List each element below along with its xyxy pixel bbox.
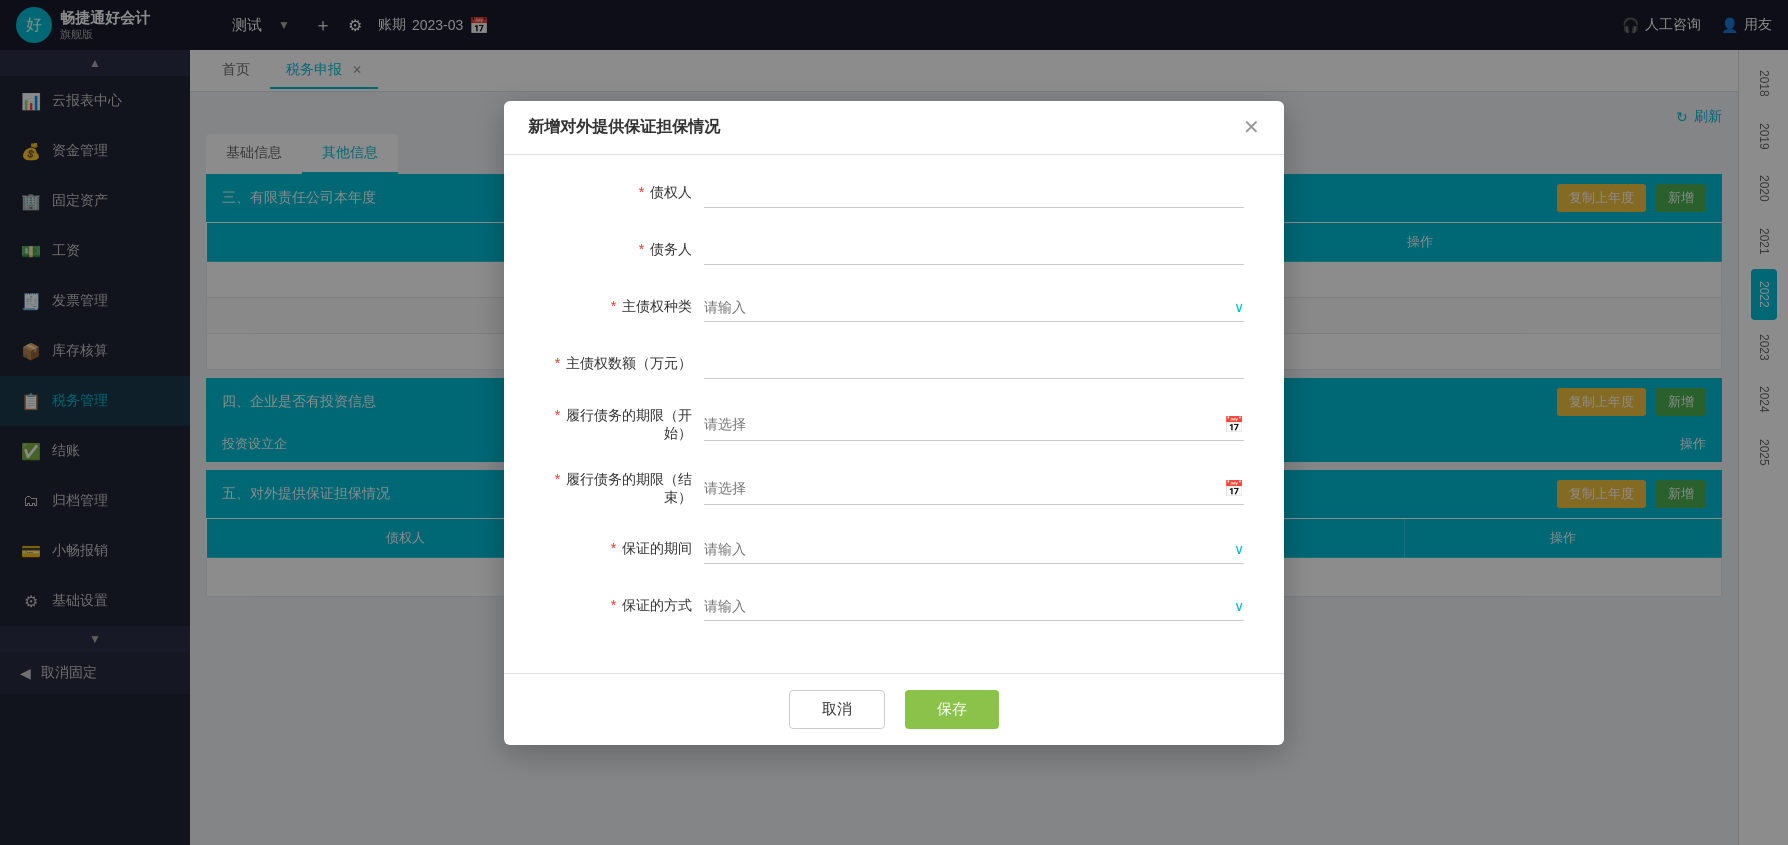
form-row-date-end: * 履行债务的期限（结束） 📅 xyxy=(544,471,1244,507)
label-debtor: * 债务人 xyxy=(544,241,704,259)
chevron-down-icon-2: ∨ xyxy=(1234,541,1244,557)
label-date-end: * 履行债务的期限（结束） xyxy=(544,471,704,507)
label-creditor: * 债权人 xyxy=(544,184,704,202)
chevron-down-icon-3: ∨ xyxy=(1234,598,1244,614)
select-guarantee-period[interactable]: ∨ xyxy=(704,535,1244,564)
save-button[interactable]: 保存 xyxy=(905,690,999,729)
label-debt-amount: * 主债权数额（万元） xyxy=(544,355,704,373)
form-row-guarantee-period: * 保证的期间 ∨ xyxy=(544,535,1244,564)
form-row-date-start: * 履行债务的期限（开始） 📅 xyxy=(544,407,1244,443)
dialog-header: 新增对外提供保证担保情况 ✕ xyxy=(504,101,1284,155)
form-row-debt-type: * 主债权种类 ∨ xyxy=(544,293,1244,322)
date-start-wrap: 📅 xyxy=(704,409,1244,441)
input-creditor[interactable] xyxy=(704,179,1244,208)
add-guarantee-dialog: 新增对外提供保证担保情况 ✕ * 债权人 * 债务人 xyxy=(504,101,1284,745)
calendar-start-icon[interactable]: 📅 xyxy=(1224,415,1244,434)
input-debt-amount[interactable] xyxy=(704,350,1244,379)
select-guarantee-method[interactable]: ∨ xyxy=(704,592,1244,621)
date-end-wrap: 📅 xyxy=(704,473,1244,505)
select-guarantee-period-input[interactable] xyxy=(704,541,1234,557)
date-start-input[interactable] xyxy=(704,416,1224,432)
label-debt-type: * 主债权种类 xyxy=(544,298,704,316)
form-row-guarantee-method: * 保证的方式 ∨ xyxy=(544,592,1244,621)
input-debtor[interactable] xyxy=(704,236,1244,265)
chevron-down-icon: ∨ xyxy=(1234,299,1244,315)
calendar-end-icon[interactable]: 📅 xyxy=(1224,479,1244,498)
select-guarantee-method-input[interactable] xyxy=(704,598,1234,614)
label-date-start: * 履行债务的期限（开始） xyxy=(544,407,704,443)
select-debt-type[interactable]: ∨ xyxy=(704,293,1244,322)
label-guarantee-method: * 保证的方式 xyxy=(544,597,704,615)
dialog-body: * 债权人 * 债务人 * 主债权种类 xyxy=(504,155,1284,673)
dialog-title: 新增对外提供保证担保情况 xyxy=(528,117,720,138)
dialog-overlay: 新增对外提供保证担保情况 ✕ * 债权人 * 债务人 xyxy=(0,0,1788,845)
form-row-creditor: * 债权人 xyxy=(544,179,1244,208)
cancel-button[interactable]: 取消 xyxy=(789,690,885,729)
select-debt-type-input[interactable] xyxy=(704,299,1234,315)
form-row-debtor: * 债务人 xyxy=(544,236,1244,265)
label-guarantee-period: * 保证的期间 xyxy=(544,540,704,558)
dialog-close-icon[interactable]: ✕ xyxy=(1243,117,1260,137)
date-end-input[interactable] xyxy=(704,480,1224,496)
form-row-debt-amount: * 主债权数额（万元） xyxy=(544,350,1244,379)
dialog-footer: 取消 保存 xyxy=(504,673,1284,745)
